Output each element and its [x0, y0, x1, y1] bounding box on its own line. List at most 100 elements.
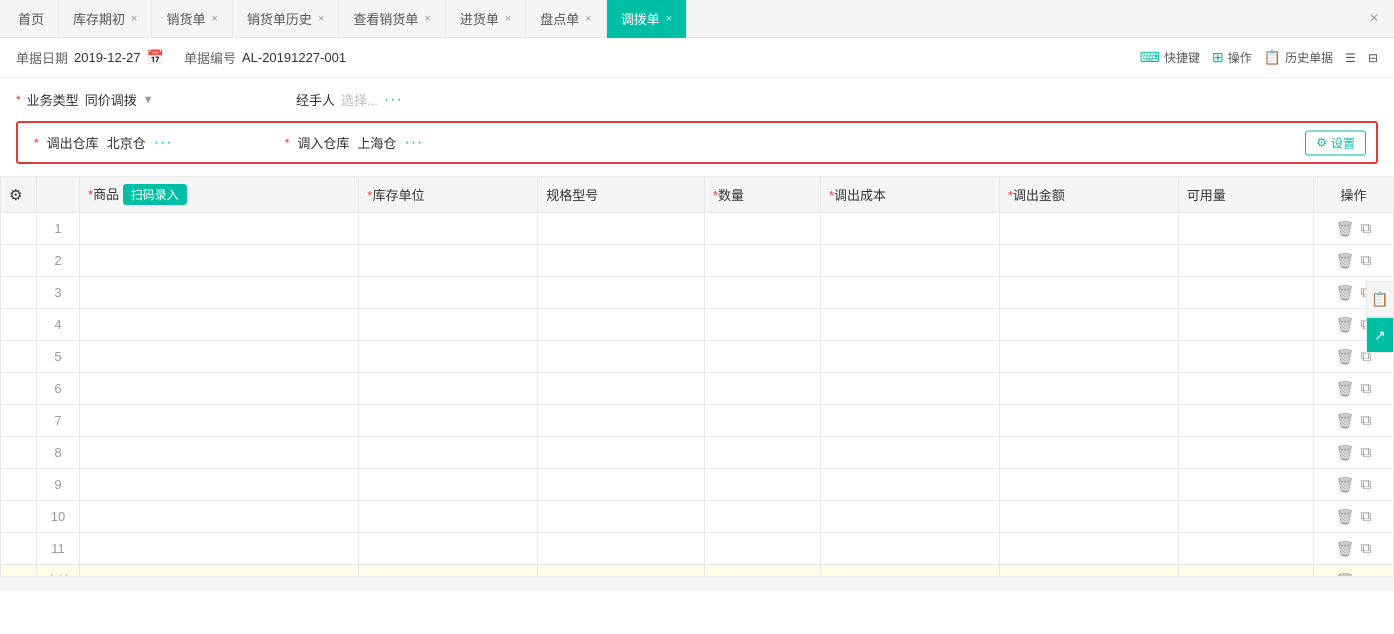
row-qty-1[interactable] — [704, 213, 820, 245]
row-unit-2[interactable] — [359, 245, 538, 277]
row-spec-1[interactable] — [538, 213, 705, 245]
row-qty-8[interactable] — [704, 437, 820, 469]
row-qty-4[interactable] — [704, 309, 820, 341]
row-unit-6[interactable] — [359, 373, 538, 405]
view-toggle-grid[interactable]: ⊟ — [1368, 51, 1378, 65]
row-amount-11[interactable] — [999, 533, 1178, 565]
subtotal-copy-icon[interactable]: ⧉ — [1361, 572, 1372, 576]
tab-inventory-check-close[interactable]: × — [585, 13, 591, 25]
row-delete-icon-9[interactable]: 🗑 — [1336, 476, 1355, 494]
row-delete-icon-6[interactable]: 🗑 — [1336, 380, 1355, 398]
row-product-4[interactable] — [80, 309, 359, 341]
row-unit-9[interactable] — [359, 469, 538, 501]
row-product-11[interactable] — [80, 533, 359, 565]
row-qty-7[interactable] — [704, 405, 820, 437]
from-warehouse-value[interactable]: 北京仓 — [107, 133, 146, 152]
row-cost-10[interactable] — [820, 501, 999, 533]
row-copy-icon-7[interactable]: ⧉ — [1361, 412, 1372, 429]
row-copy-icon-6[interactable]: ⧉ — [1361, 380, 1372, 397]
row-qty-3[interactable] — [704, 277, 820, 309]
handler-select[interactable]: 选择... — [341, 90, 378, 109]
row-amount-2[interactable] — [999, 245, 1178, 277]
row-delete-icon-11[interactable]: 🗑 — [1336, 540, 1355, 558]
calendar-icon[interactable]: 📅 — [147, 49, 164, 66]
row-cost-2[interactable] — [820, 245, 999, 277]
row-product-8[interactable] — [80, 437, 359, 469]
from-warehouse-more-icon[interactable]: ··· — [154, 134, 173, 152]
tab-home[interactable]: 首页 — [4, 0, 59, 38]
row-copy-icon-10[interactable]: ⧉ — [1361, 508, 1372, 525]
operation-button[interactable]: ⊞ 操作 — [1212, 49, 1252, 66]
row-spec-10[interactable] — [538, 501, 705, 533]
row-spec-8[interactable] — [538, 437, 705, 469]
row-spec-4[interactable] — [538, 309, 705, 341]
row-amount-4[interactable] — [999, 309, 1178, 341]
tab-view-sales[interactable]: 查看销货单 × — [339, 0, 445, 38]
tab-sales-history-close[interactable]: × — [318, 13, 324, 25]
row-product-3[interactable] — [80, 277, 359, 309]
row-delete-icon-7[interactable]: 🗑 — [1336, 412, 1355, 430]
tab-sales-order-close[interactable]: × — [211, 13, 217, 25]
row-product-5[interactable] — [80, 341, 359, 373]
row-cost-8[interactable] — [820, 437, 999, 469]
row-unit-3[interactable] — [359, 277, 538, 309]
to-warehouse-more-icon[interactable]: ··· — [404, 134, 423, 152]
row-amount-3[interactable] — [999, 277, 1178, 309]
row-copy-icon-1[interactable]: ⧉ — [1361, 220, 1372, 237]
row-qty-9[interactable] — [704, 469, 820, 501]
row-qty-6[interactable] — [704, 373, 820, 405]
subtotal-delete-icon[interactable]: 🗑 — [1336, 572, 1355, 577]
row-amount-9[interactable] — [999, 469, 1178, 501]
row-product-6[interactable] — [80, 373, 359, 405]
row-delete-icon-1[interactable]: 🗑 — [1336, 220, 1355, 238]
row-amount-8[interactable] — [999, 437, 1178, 469]
row-delete-icon-8[interactable]: 🗑 — [1336, 444, 1355, 462]
row-copy-icon-8[interactable]: ⧉ — [1361, 444, 1372, 461]
row-spec-7[interactable] — [538, 405, 705, 437]
date-value[interactable]: 2019-12-27 — [74, 50, 141, 65]
row-delete-icon-5[interactable]: 🗑 — [1336, 348, 1355, 366]
tab-sales-order[interactable]: 销货单 × — [152, 0, 232, 38]
view-toggle-list[interactable]: ☰ — [1345, 51, 1356, 65]
row-amount-6[interactable] — [999, 373, 1178, 405]
tab-inventory-init-close[interactable]: × — [131, 13, 137, 25]
settings-button[interactable]: ⚙ 设置 — [1305, 130, 1366, 155]
biz-type-select[interactable]: 同价调拨 ▼ — [85, 90, 256, 109]
row-spec-6[interactable] — [538, 373, 705, 405]
row-spec-11[interactable] — [538, 533, 705, 565]
row-cost-9[interactable] — [820, 469, 999, 501]
row-product-7[interactable] — [80, 405, 359, 437]
row-copy-icon-2[interactable]: ⧉ — [1361, 252, 1372, 269]
row-delete-icon-10[interactable]: 🗑 — [1336, 508, 1355, 526]
row-spec-9[interactable] — [538, 469, 705, 501]
row-delete-icon-4[interactable]: 🗑 — [1336, 316, 1355, 334]
row-amount-7[interactable] — [999, 405, 1178, 437]
row-copy-icon-11[interactable]: ⧉ — [1361, 540, 1372, 557]
tab-transfer-order-close[interactable]: × — [666, 13, 672, 25]
side-expand-button[interactable]: ↗ — [1366, 317, 1394, 353]
shortcut-button[interactable]: ⌨ 快捷键 — [1140, 49, 1200, 66]
tab-view-sales-close[interactable]: × — [424, 13, 430, 25]
tab-purchase-order[interactable]: 进货单 × — [446, 0, 526, 38]
row-amount-1[interactable] — [999, 213, 1178, 245]
row-delete-icon-3[interactable]: 🗑 — [1336, 284, 1355, 302]
row-qty-2[interactable] — [704, 245, 820, 277]
row-unit-5[interactable] — [359, 341, 538, 373]
row-cost-7[interactable] — [820, 405, 999, 437]
row-cost-3[interactable] — [820, 277, 999, 309]
window-close-button[interactable]: × — [1358, 0, 1390, 38]
row-amount-5[interactable] — [999, 341, 1178, 373]
row-qty-10[interactable] — [704, 501, 820, 533]
row-product-9[interactable] — [80, 469, 359, 501]
row-copy-icon-9[interactable]: ⧉ — [1361, 476, 1372, 493]
row-unit-11[interactable] — [359, 533, 538, 565]
gear-header[interactable]: ⚙ — [1, 177, 37, 213]
handler-more-icon[interactable]: ··· — [384, 91, 403, 109]
row-cost-6[interactable] — [820, 373, 999, 405]
tab-sales-history[interactable]: 销货单历史 × — [233, 0, 339, 38]
history-button[interactable]: 📋 历史单据 — [1264, 49, 1333, 66]
row-qty-5[interactable] — [704, 341, 820, 373]
row-product-1[interactable] — [80, 213, 359, 245]
row-delete-icon-2[interactable]: 🗑 — [1336, 252, 1355, 270]
row-unit-1[interactable] — [359, 213, 538, 245]
